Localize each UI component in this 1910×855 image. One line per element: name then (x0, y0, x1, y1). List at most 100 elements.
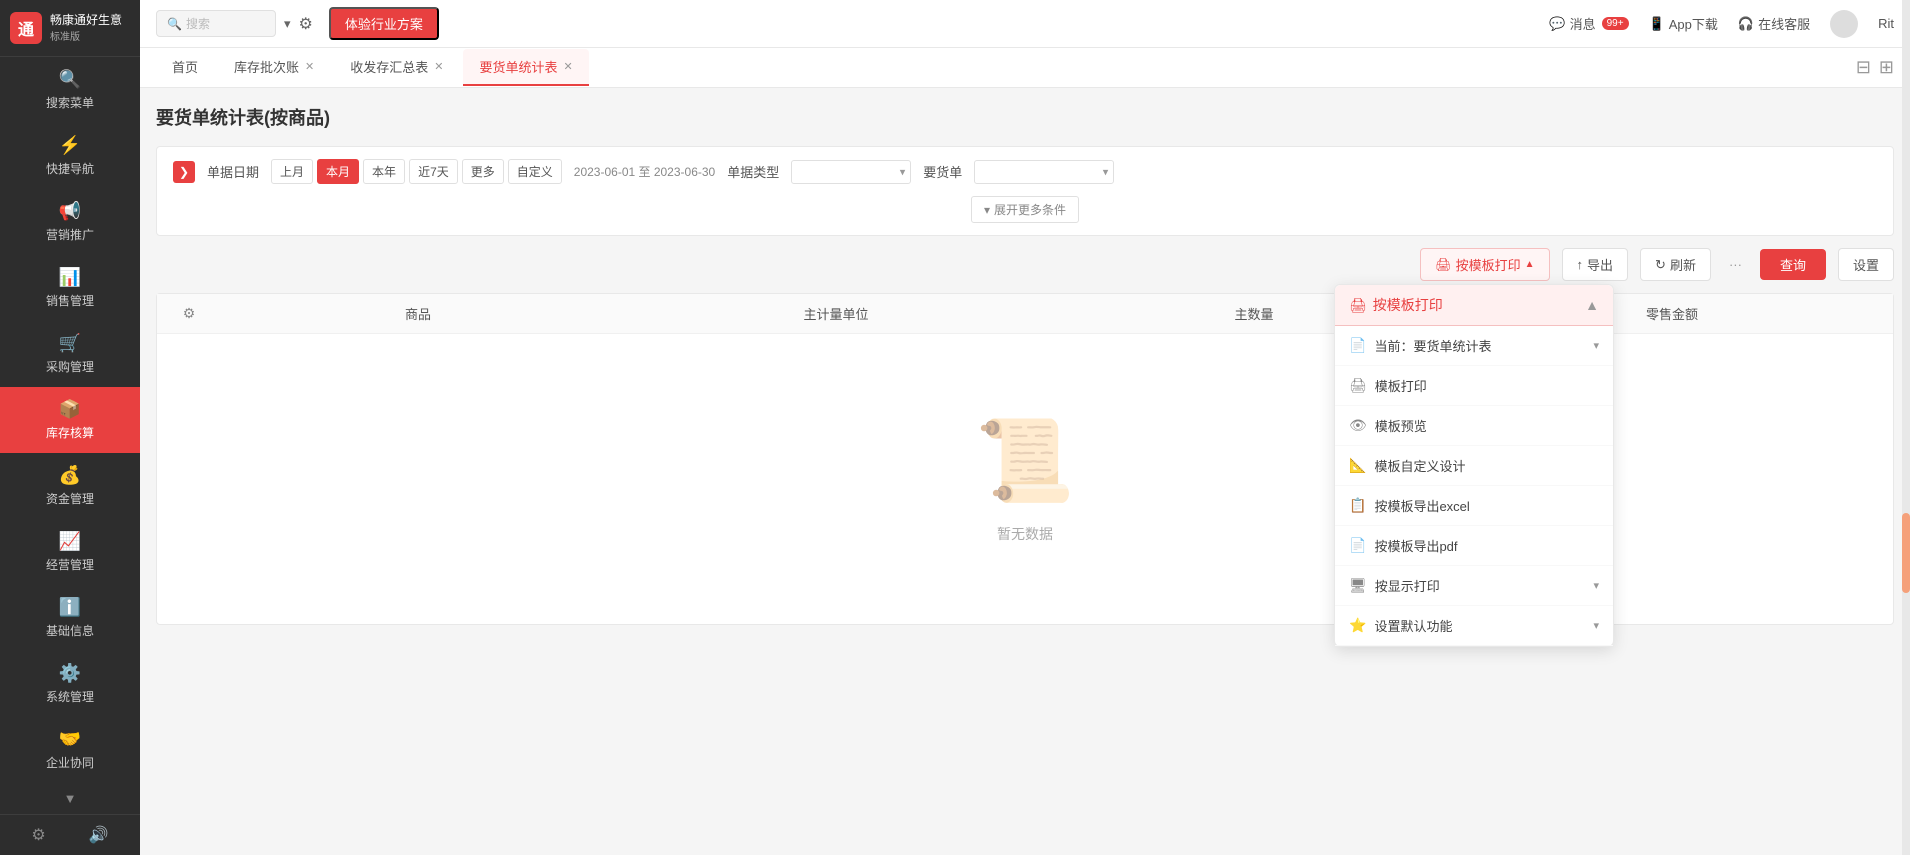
current-template-icon: 📄 (1349, 337, 1366, 354)
sidebar-item-system[interactable]: ⚙️ 系统管理 (0, 651, 140, 717)
user-avatar[interactable] (1830, 10, 1858, 38)
message-btn[interactable]: 💬 消息 99+ (1549, 14, 1628, 33)
date-btn-this-year[interactable]: 本年 (363, 159, 405, 184)
default-func-left: ⭐ 设置默认功能 (1349, 616, 1452, 635)
tab-inventory-batch-label: 库存批次账 (234, 57, 299, 76)
template-preview-label: 模板预览 (1375, 416, 1427, 435)
template-export-pdf-item[interactable]: 📄 按模板导出pdf (1335, 526, 1613, 566)
search-placeholder: 搜索 (186, 15, 210, 32)
template-design-label: 模板自定义设计 (1374, 456, 1465, 475)
date-btn-custom[interactable]: 自定义 (508, 159, 562, 184)
topbar-gear-icon[interactable]: ⚙ (299, 14, 313, 34)
online-service-btn[interactable]: 🎧 在线客服 (1738, 14, 1810, 33)
table-gear-icon[interactable]: ⚙ (183, 305, 196, 321)
search-icon: 🔍 (167, 17, 182, 31)
sidebar-label-operations: 经营管理 (46, 556, 94, 573)
tabs-right-controls: ⊟ ⊞ (1856, 57, 1894, 78)
app-name: 畅康通好生意 (50, 13, 122, 29)
more-options-btn[interactable]: ··· (1723, 253, 1748, 276)
template-export-pdf-left: 📄 按模板导出pdf (1349, 536, 1458, 555)
default-func-icon: ⭐ (1349, 617, 1366, 634)
filter-doctype-select[interactable] (791, 160, 911, 184)
template-export-excel-item[interactable]: 📋 按模板导出excel (1335, 486, 1613, 526)
app-download-icon: 📱 (1649, 16, 1665, 32)
expand-more-btn[interactable]: ▾ 展开更多条件 (971, 196, 1079, 223)
right-scrollbar[interactable] (1902, 0, 1910, 855)
sidebar-item-quick-nav[interactable]: ⚡ 快捷导航 (0, 123, 140, 189)
tab-order-stats-label: 要货单统计表 (479, 57, 557, 76)
sidebar-scroll-down[interactable]: ▼ (0, 783, 140, 814)
filter-doctype-label: 单据类型 (727, 162, 779, 181)
sidebar-item-operations[interactable]: 📈 经营管理 (0, 519, 140, 585)
refresh-btn[interactable]: ↻ 刷新 (1640, 248, 1711, 281)
display-print-chevron-icon: ▾ (1593, 579, 1599, 592)
message-icon: 💬 (1549, 16, 1565, 32)
sidebar-label-search: 搜索菜单 (46, 94, 94, 111)
footer-settings-icon[interactable]: ⚙ (31, 825, 45, 845)
filter-date-buttons: 上月 本月 本年 近7天 更多 自定义 (271, 159, 562, 184)
filter-row: ❯ 单据日期 上月 本月 本年 近7天 更多 自定义 2023-06-01 至 … (173, 159, 1877, 184)
trial-button[interactable]: 体验行业方案 (329, 7, 439, 40)
query-btn[interactable]: 查询 (1760, 249, 1826, 280)
settings-label: 设置 (1853, 255, 1879, 274)
sidebar-item-collab[interactable]: 🤝 企业协同 (0, 717, 140, 783)
table-col-settings[interactable]: ⚙ (169, 305, 209, 322)
refresh-icon: ↻ (1655, 257, 1666, 273)
tab-inventory-batch-close[interactable]: ✕ (305, 60, 314, 73)
sidebar-item-purchase[interactable]: 🛒 采购管理 (0, 321, 140, 387)
current-template-item[interactable]: 📄 当前：要货单统计表 ▾ (1335, 326, 1613, 366)
sidebar-label-collab: 企业协同 (46, 754, 94, 771)
sidebar-item-search[interactable]: 🔍 搜索菜单 (0, 57, 140, 123)
topbar-search[interactable]: 🔍 搜索 (156, 10, 276, 37)
footer-speaker-icon[interactable]: 🔊 (89, 825, 109, 845)
printer-icon: 🖨 (1435, 257, 1452, 273)
tab-home[interactable]: 首页 (156, 49, 214, 86)
purchase-icon: 🛒 (59, 333, 81, 354)
default-func-item[interactable]: ⭐ 设置默认功能 ▾ (1335, 606, 1613, 646)
template-print-label: 模板打印 (1375, 376, 1427, 395)
sidebar-item-finance[interactable]: 💰 资金管理 (0, 453, 140, 519)
system-icon: ⚙️ (59, 663, 81, 684)
template-design-item[interactable]: 📐 模板自定义设计 (1335, 446, 1613, 486)
display-print-item[interactable]: 🖥 按显示打印 ▾ (1335, 566, 1613, 606)
tab-receivable-summary[interactable]: 收发存汇总表 ✕ (334, 49, 459, 86)
filter-order-select[interactable] (974, 160, 1114, 184)
tab-order-stats[interactable]: 要货单统计表 ✕ (463, 49, 588, 86)
app-download-label: App下载 (1669, 14, 1718, 33)
date-btn-last-month[interactable]: 上月 (271, 159, 313, 184)
sidebar-label-system: 系统管理 (46, 688, 94, 705)
tab-receivable-summary-label: 收发存汇总表 (350, 57, 428, 76)
tab-order-stats-close[interactable]: ✕ (564, 60, 573, 73)
tabs-expand-icon[interactable]: ⊞ (1879, 57, 1894, 78)
inventory-icon: 📦 (59, 399, 81, 420)
sidebar-item-inventory[interactable]: 📦 库存核算 (0, 387, 140, 453)
print-template-btn[interactable]: 🖨 按模板打印 ▲ (1420, 248, 1549, 281)
date-btn-this-month[interactable]: 本月 (317, 159, 359, 184)
tab-receivable-summary-close[interactable]: ✕ (434, 60, 443, 73)
date-btn-7days[interactable]: 近7天 (409, 159, 458, 184)
export-btn[interactable]: ↑ 导出 (1562, 248, 1629, 281)
empty-icon: 📜 (975, 414, 1075, 508)
topbar-dropdown-arrow[interactable]: ▾ (284, 16, 291, 32)
app-download-btn[interactable]: 📱 App下载 (1649, 14, 1718, 33)
table-header: ⚙ 商品 主计量单位 主数量 零售金额 (157, 294, 1893, 334)
table-col-quantity-label: 主数量 (1234, 307, 1273, 322)
settings-btn[interactable]: 设置 (1838, 248, 1894, 281)
display-print-label: 按显示打印 (1375, 576, 1440, 595)
empty-state: 📜 暂无数据 (157, 334, 1893, 624)
sidebar-item-marketing[interactable]: 📢 营销推广 (0, 189, 140, 255)
main-content: 要货单统计表(按商品) ❯ 单据日期 上月 本月 本年 近7天 更多 自定义 2… (140, 88, 1910, 855)
sidebar-item-basic[interactable]: ℹ️ 基础信息 (0, 585, 140, 651)
sidebar-label-finance: 资金管理 (46, 490, 94, 507)
default-func-label: 设置默认功能 (1374, 616, 1452, 635)
tab-inventory-batch[interactable]: 库存批次账 ✕ (218, 49, 330, 86)
tabs-minimize-icon[interactable]: ⊟ (1856, 57, 1871, 78)
template-print-item[interactable]: 🖨 模板打印 (1335, 366, 1613, 406)
filter-order-select-wrap (974, 160, 1114, 184)
filter-expand-arrow[interactable]: ❯ (173, 161, 195, 183)
sidebar-item-sales[interactable]: 📊 销售管理 (0, 255, 140, 321)
print-dropdown-close-icon[interactable]: ▲ (1585, 297, 1599, 313)
date-btn-more[interactable]: 更多 (462, 159, 504, 184)
print-dropdown-title: 🖨 按模板打印 (1349, 295, 1443, 315)
template-preview-item[interactable]: 👁 模板预览 (1335, 406, 1613, 446)
